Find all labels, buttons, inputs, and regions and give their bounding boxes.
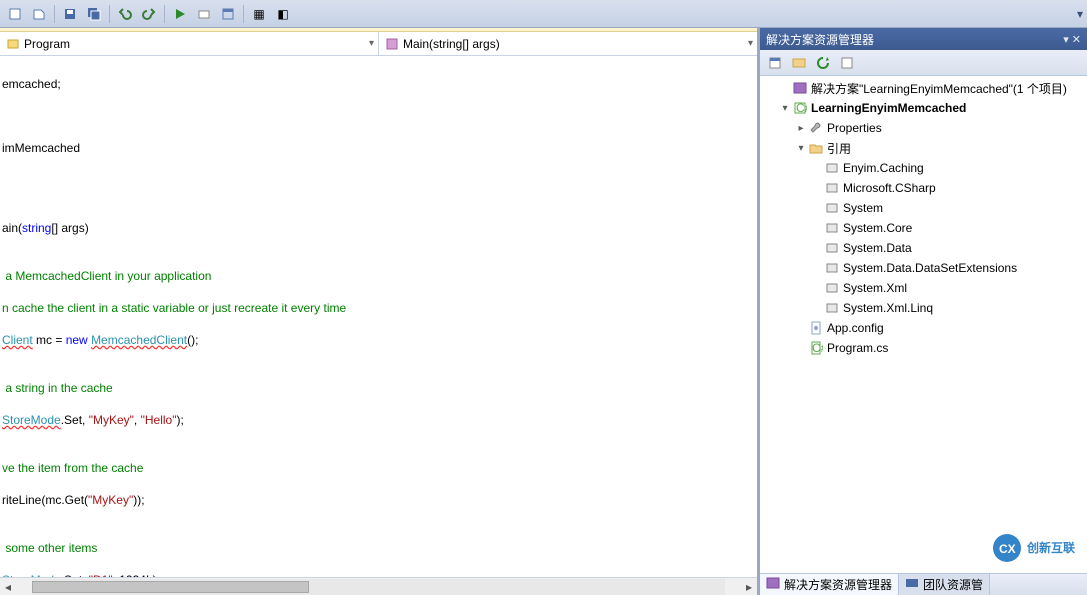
solution-label: 解决方案"LearningEnyimMemcached"(1 个项目) <box>811 80 1067 97</box>
svg-text:C#: C# <box>796 101 807 115</box>
reference-icon <box>824 200 840 216</box>
main-toolbar: ▦ ◧ ▾ <box>0 0 1087 28</box>
show-all-button[interactable] <box>788 53 810 73</box>
member-dropdown-label: Main(string[] args) <box>403 37 500 51</box>
reference-item[interactable]: ▶System.Core <box>760 218 1087 238</box>
toolbar-overflow-button[interactable]: ▾ <box>1077 7 1083 21</box>
reference-item[interactable]: ▶System.Data.DataSetExtensions <box>760 258 1087 278</box>
wrench-icon <box>808 120 824 136</box>
horizontal-scrollbar[interactable]: ◂ ▸ <box>0 577 757 595</box>
reference-item[interactable]: ▶Enyim.Caching <box>760 158 1087 178</box>
toolbar-undo-button[interactable] <box>114 3 136 25</box>
properties-button[interactable] <box>764 53 786 73</box>
reference-icon <box>824 260 840 276</box>
toolbar-separator <box>54 5 55 23</box>
code-editor[interactable]: emcached; imMemcached ain(string[] args)… <box>0 56 757 577</box>
method-icon <box>385 37 399 51</box>
class-dropdown[interactable]: Program ▾ <box>0 32 379 55</box>
reference-item[interactable]: ▶System.Xml.Linq <box>760 298 1087 318</box>
reference-icon <box>824 280 840 296</box>
solution-node[interactable]: ▶ 解决方案"LearningEnyimMemcached"(1 个项目) <box>760 78 1087 98</box>
reference-icon <box>824 180 840 196</box>
tab-solution-explorer[interactable]: 解决方案资源管理器 <box>760 574 899 595</box>
solution-explorer-panel: 解决方案资源管理器 ▾ ✕ ▶ 解决方案"LearningEnyimMemcac… <box>759 28 1087 595</box>
expander-icon[interactable]: ▾ <box>794 143 808 154</box>
expander-icon[interactable]: ▸ <box>794 123 808 134</box>
scrollbar-track[interactable] <box>32 579 725 595</box>
toolbar-separator <box>243 5 244 23</box>
reference-item[interactable]: ▶System <box>760 198 1087 218</box>
references-node[interactable]: ▾ 引用 <box>760 138 1087 158</box>
reference-icon <box>824 160 840 176</box>
reference-item[interactable]: ▶Microsoft.CSharp <box>760 178 1087 198</box>
reference-item[interactable]: ▶System.Data <box>760 238 1087 258</box>
solution-explorer-icon <box>766 576 780 593</box>
project-label: LearningEnyimMemcached <box>811 101 966 115</box>
panel-title: 解决方案资源管理器 <box>766 31 874 48</box>
cs-file-icon: C# <box>808 340 824 356</box>
member-dropdown[interactable]: Main(string[] args) ▾ <box>379 32 757 55</box>
csproj-icon: C# <box>792 100 808 116</box>
scroll-left-arrow[interactable]: ◂ <box>0 580 16 594</box>
reference-item[interactable]: ▶System.Xml <box>760 278 1087 298</box>
panel-toolbar <box>760 50 1087 76</box>
expander-icon[interactable]: ▾ <box>778 103 792 114</box>
panel-titlebar[interactable]: 解决方案资源管理器 ▾ ✕ <box>760 28 1087 50</box>
file-node-programcs[interactable]: ▶C#Program.cs <box>760 338 1087 358</box>
toolbar-save-button[interactable] <box>59 3 81 25</box>
panel-dropdown-icon[interactable]: ▾ ✕ <box>1063 33 1081 46</box>
scroll-right-arrow[interactable]: ▸ <box>741 580 757 594</box>
navigation-bar: Program ▾ Main(string[] args) ▾ <box>0 32 757 56</box>
toolbar-saveall-button[interactable] <box>83 3 105 25</box>
properties-label: Properties <box>827 121 882 135</box>
scrollbar-thumb[interactable] <box>32 581 309 593</box>
toolbar-start-button[interactable] <box>169 3 191 25</box>
reference-icon <box>824 240 840 256</box>
toolbar-button[interactable]: ▦ <box>248 3 270 25</box>
reference-icon <box>824 300 840 316</box>
toolbar-separator <box>164 5 165 23</box>
code-editor-pane: Program ▾ Main(string[] args) ▾ emcached… <box>0 28 759 595</box>
toolbar-button[interactable] <box>193 3 215 25</box>
class-icon <box>6 37 20 51</box>
chevron-down-icon: ▾ <box>369 38 374 49</box>
references-label: 引用 <box>827 140 851 157</box>
team-icon <box>905 576 919 593</box>
svg-text:C#: C# <box>812 341 823 355</box>
config-file-icon <box>808 320 824 336</box>
toolbar-separator <box>109 5 110 23</box>
folder-icon <box>808 140 824 156</box>
properties-node[interactable]: ▸ Properties <box>760 118 1087 138</box>
toolbar-redo-button[interactable] <box>138 3 160 25</box>
toolbar-button[interactable] <box>4 3 26 25</box>
toolbar-button[interactable] <box>28 3 50 25</box>
chevron-down-icon: ▾ <box>748 38 753 49</box>
file-node-appconfig[interactable]: ▶App.config <box>760 318 1087 338</box>
collapse-button[interactable] <box>836 53 858 73</box>
reference-icon <box>824 220 840 236</box>
toolbar-button[interactable]: ◧ <box>272 3 294 25</box>
refresh-button[interactable] <box>812 53 834 73</box>
solution-icon <box>792 80 808 96</box>
project-node[interactable]: ▾ C# LearningEnyimMemcached <box>760 98 1087 118</box>
tab-team-explorer[interactable]: 团队资源管 <box>899 574 990 595</box>
panel-bottom-tabs: 解决方案资源管理器 团队资源管 <box>760 573 1087 595</box>
toolbar-button[interactable] <box>217 3 239 25</box>
class-dropdown-label: Program <box>24 37 70 51</box>
solution-tree[interactable]: ▶ 解决方案"LearningEnyimMemcached"(1 个项目) ▾ … <box>760 76 1087 573</box>
